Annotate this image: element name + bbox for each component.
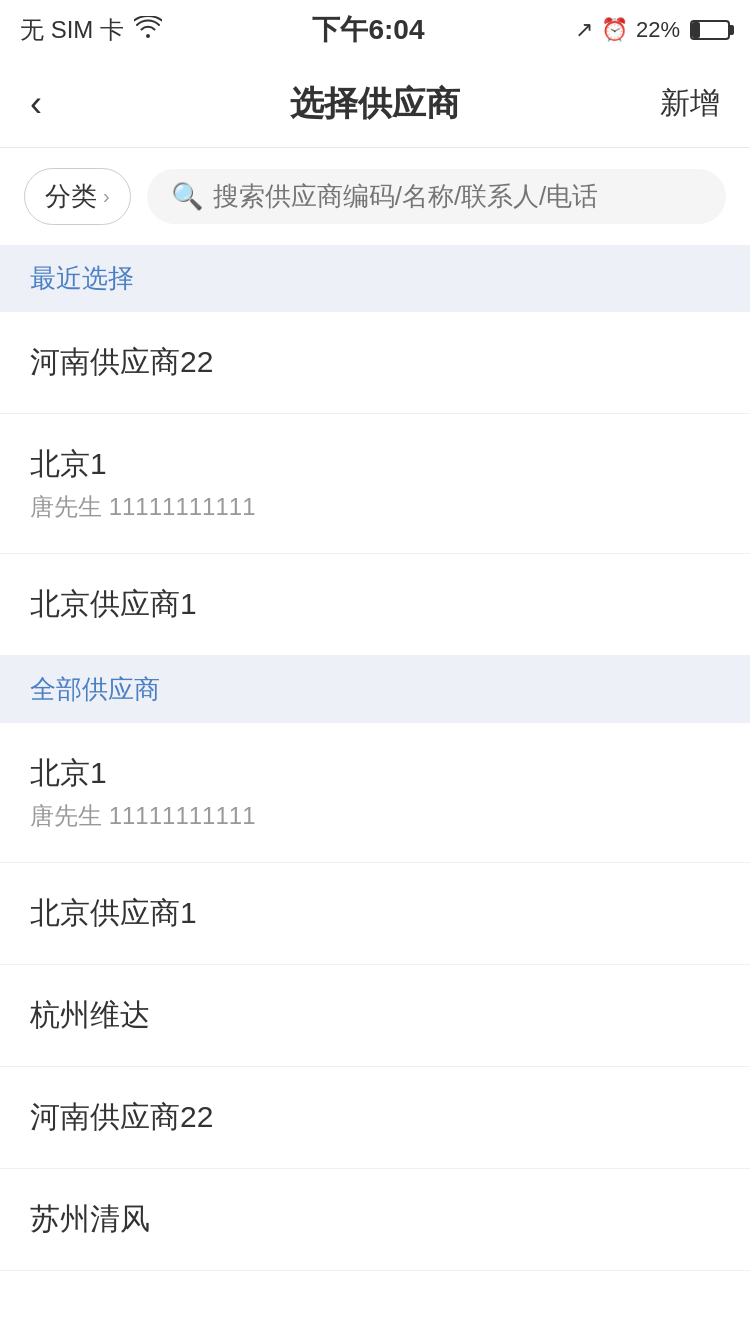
list-item[interactable]: 北京1 唐先生 11111111111 — [0, 723, 750, 863]
nav-bar: ‹ 选择供应商 新增 — [0, 60, 750, 148]
all-section-label: 全部供应商 — [30, 674, 160, 704]
item-name: 北京1 — [30, 444, 720, 485]
recent-section-label: 最近选择 — [30, 263, 134, 293]
all-list: 北京1 唐先生 11111111111 北京供应商1 杭州维达河南供应商22 苏州清风 — [0, 723, 750, 1271]
list-item[interactable]: 北京1 唐先生 11111111111 — [0, 414, 750, 554]
category-button[interactable]: 分类 › — [24, 168, 131, 225]
status-bar-right: ↗ ⏰ 22% — [575, 17, 730, 43]
search-icon: 🔍 — [171, 181, 203, 212]
list-item[interactable]: 北京供应商1 — [0, 554, 750, 656]
location-icon: ↗ — [575, 17, 593, 43]
list-item[interactable]: 苏州清风 — [0, 1169, 750, 1271]
category-label: 分类 — [45, 179, 97, 214]
alarm-icon: ⏰ — [601, 17, 628, 43]
item-name: 杭州维达 — [30, 995, 720, 1036]
all-section-header: 全部供应商 — [0, 656, 750, 723]
status-bar-time: 下午6:04 — [312, 11, 424, 49]
item-sub: 唐先生 11111111111 — [30, 491, 720, 523]
item-sub: 唐先生 11111111111 — [30, 800, 720, 832]
recent-list: 河南供应商22 北京1 唐先生 11111111111 北京供应商1 — [0, 312, 750, 656]
page-title: 选择供应商 — [290, 81, 460, 127]
search-bar: 分类 › 🔍 — [0, 148, 750, 245]
add-button[interactable]: 新增 — [660, 83, 720, 124]
list-item[interactable]: 北京供应商1 — [0, 863, 750, 965]
list-item[interactable]: 杭州维达 — [0, 965, 750, 1067]
item-name: 河南供应商22 — [30, 342, 720, 383]
item-name: 苏州清风 — [30, 1199, 720, 1240]
item-name: 河南供应商22 — [30, 1097, 720, 1138]
battery-icon — [690, 20, 730, 40]
carrier-label: 无 SIM 卡 — [20, 14, 124, 46]
status-bar: 无 SIM 卡 下午6:04 ↗ ⏰ 22% — [0, 0, 750, 60]
search-wrapper: 🔍 — [147, 169, 726, 224]
battery-percent: 22% — [636, 17, 680, 43]
status-bar-left: 无 SIM 卡 — [20, 14, 162, 46]
search-input[interactable] — [213, 181, 702, 212]
wifi-icon — [134, 16, 162, 44]
item-name: 北京1 — [30, 753, 720, 794]
item-name: 北京供应商1 — [30, 584, 720, 625]
back-button[interactable]: ‹ — [30, 83, 90, 125]
list-item[interactable]: 河南供应商22 — [0, 312, 750, 414]
list-item[interactable]: 河南供应商22 — [0, 1067, 750, 1169]
chevron-right-icon: › — [103, 185, 110, 208]
recent-section-header: 最近选择 — [0, 245, 750, 312]
item-name: 北京供应商1 — [30, 893, 720, 934]
